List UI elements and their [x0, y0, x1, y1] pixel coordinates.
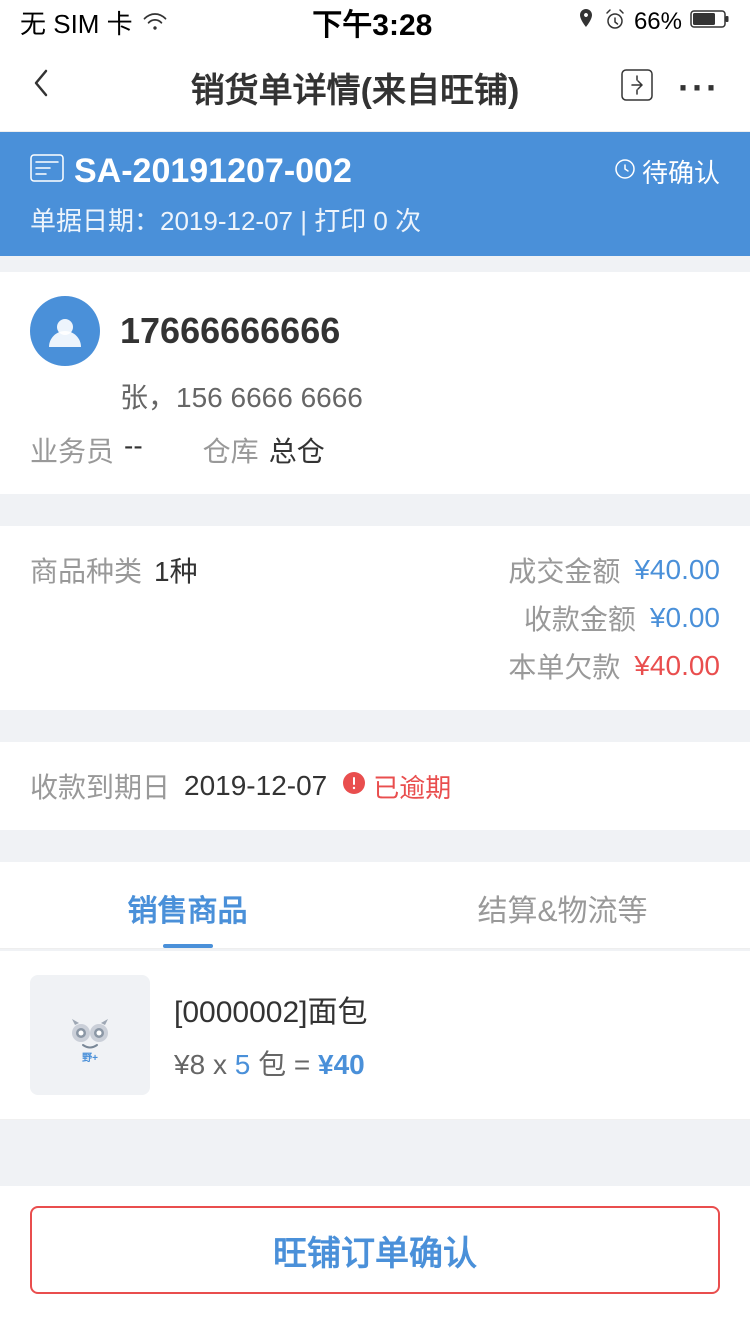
transaction-amount-value: ¥40.00	[634, 554, 720, 586]
payment-amount-row: 收款金额 ¥0.00	[524, 598, 720, 638]
warehouse-row: 仓库 总仓	[203, 430, 325, 470]
summary-section: 商品种类 1种 成交金额 ¥40.00 收款金额 ¥0.00 本单欠款 ¥40.…	[0, 526, 750, 710]
equals: =	[294, 1049, 318, 1080]
owed-amount-value: ¥40.00	[634, 650, 720, 682]
due-date-label: 收款到期日	[30, 766, 170, 806]
overdue-badge: 已逾期	[341, 768, 451, 805]
owed-amount-row: 本单欠款 ¥40.00	[508, 646, 720, 686]
price-x: x	[213, 1049, 235, 1080]
due-date-section: 收款到期日 2019-12-07 已逾期	[0, 742, 750, 830]
status-carrier-wifi: 无 SIM 卡	[20, 4, 169, 41]
tab-settlement-label: 结算&物流等	[477, 895, 647, 928]
confirm-order-button[interactable]: 旺铺订单确认	[30, 1206, 720, 1294]
bottom-bar: 旺铺订单确认	[0, 1186, 750, 1334]
back-button[interactable]	[30, 63, 90, 113]
order-icon	[30, 152, 64, 191]
order-id-text: SA-20191207-002	[74, 152, 352, 191]
carrier-text: 无 SIM 卡	[20, 4, 133, 41]
order-id: SA-20191207-002	[30, 152, 352, 191]
order-meta: 单据日期：2019-12-07 | 打印 0 次	[30, 201, 720, 238]
customer-card: 17666666666 张，156 6666 6666 业务员 -- 仓库 总仓	[0, 272, 750, 494]
product-types-row: 商品种类 1种	[30, 550, 198, 590]
alarm-icon	[604, 7, 626, 38]
product-total: ¥40	[318, 1049, 365, 1080]
nav-bar: 销货单详情(来自旺铺) ···	[0, 44, 750, 132]
payment-amount-value: ¥0.00	[650, 602, 720, 634]
payment-amount-label: 收款金额	[524, 598, 636, 638]
wifi-icon	[141, 7, 169, 38]
warning-icon	[341, 770, 367, 803]
tab-products-label: 销售商品	[128, 895, 248, 928]
product-types-label: 商品种类	[30, 550, 142, 590]
more-icon[interactable]: ···	[678, 67, 720, 109]
customer-name: 张，156 6666 6666	[30, 376, 720, 416]
product-unit: 包	[258, 1049, 286, 1080]
summary-right: 成交金额 ¥40.00 收款金额 ¥0.00 本单欠款 ¥40.00	[508, 550, 720, 686]
product-types-value: 1种	[154, 550, 198, 590]
order-status: 待确认	[614, 153, 720, 190]
warehouse-label: 仓库	[203, 430, 259, 470]
product-item: 野+ [0000002]面包 ¥8 x 5 包 = ¥40	[0, 951, 750, 1120]
product-info: [0000002]面包 ¥8 x 5 包 = ¥40	[174, 987, 720, 1083]
divider-2	[0, 710, 750, 726]
product-price-row: ¥8 x 5 包 = ¥40	[174, 1043, 720, 1083]
transaction-amount-label: 成交金额	[508, 550, 620, 590]
overdue-text: 已逾期	[373, 768, 451, 805]
product-quantity: 5	[235, 1049, 251, 1080]
salesperson-value: --	[124, 430, 143, 470]
product-name: [0000002]面包	[174, 987, 720, 1031]
divider-3	[0, 830, 750, 846]
salesperson-label: 业务员	[30, 430, 114, 470]
status-time: 下午3:28	[312, 0, 432, 44]
divider-1	[0, 494, 750, 510]
product-list: 野+ [0000002]面包 ¥8 x 5 包 = ¥40	[0, 951, 750, 1120]
product-price: ¥8	[174, 1049, 205, 1080]
order-header: SA-20191207-002 待确认 单据日期：2019-12-07 | 打印…	[0, 132, 750, 256]
order-status-text: 待确认	[642, 153, 720, 190]
page-title: 销货单详情(来自旺铺)	[191, 63, 520, 112]
tab-settlement[interactable]: 结算&物流等	[375, 862, 750, 948]
status-bar: 无 SIM 卡 下午3:28 66%	[0, 0, 750, 44]
battery-text: 66%	[634, 8, 682, 36]
tab-products[interactable]: 销售商品	[0, 862, 375, 948]
avatar	[30, 296, 100, 366]
warehouse-value: 总仓	[269, 430, 325, 470]
product-thumbnail: 野+	[30, 975, 150, 1095]
clock-icon	[614, 156, 636, 187]
share-icon[interactable]	[620, 68, 654, 107]
nav-right-actions: ···	[620, 67, 720, 109]
salesperson-row: 业务员 --	[30, 430, 143, 470]
svg-text:野+: 野+	[82, 1052, 98, 1064]
location-icon	[576, 7, 596, 38]
customer-phone: 17666666666	[120, 310, 340, 352]
battery-icon	[690, 8, 730, 37]
customer-meta: 业务员 -- 仓库 总仓	[30, 430, 720, 470]
owed-amount-label: 本单欠款	[508, 646, 620, 686]
summary-left: 商品种类 1种	[30, 550, 198, 590]
status-right-icons: 66%	[576, 7, 730, 38]
transaction-amount-row: 成交金额 ¥40.00	[508, 550, 720, 590]
tabs-bar: 销售商品 结算&物流等	[0, 862, 750, 949]
due-date-value: 2019-12-07	[184, 770, 327, 802]
